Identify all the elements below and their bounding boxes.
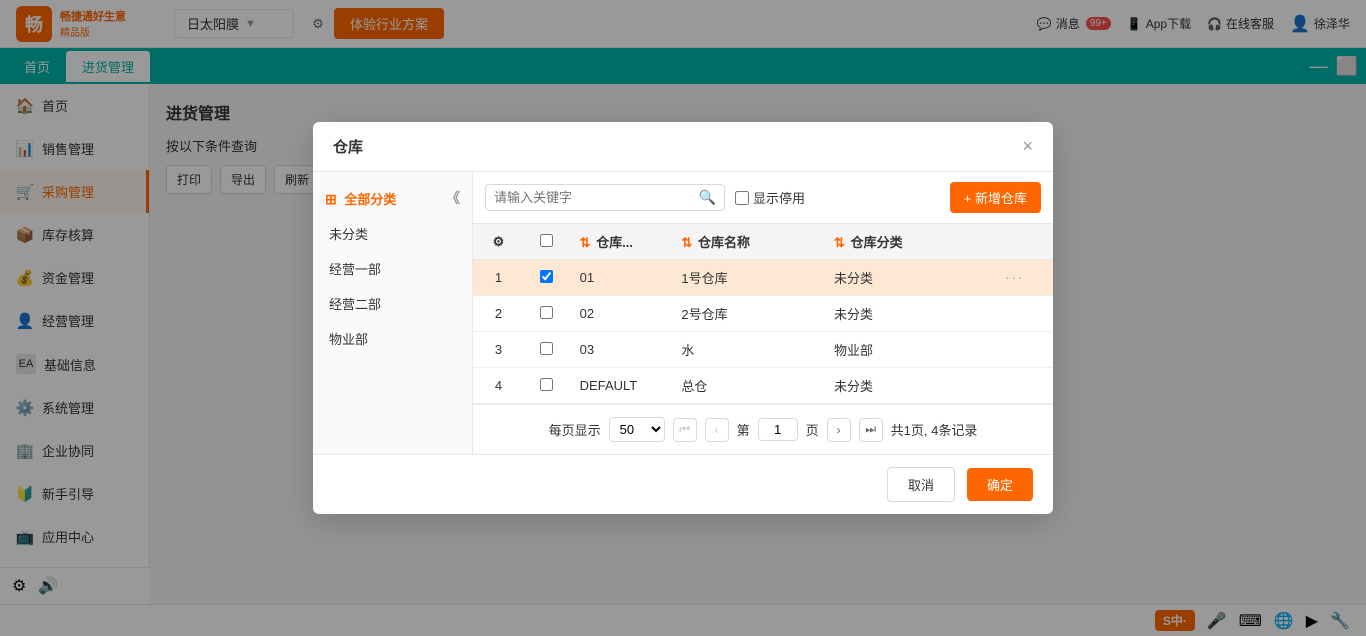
confirm-button[interactable]: 确定 <box>967 468 1033 501</box>
col-header-action <box>977 224 1053 260</box>
category-item-operations1[interactable]: 经营一部 <box>313 251 472 286</box>
prev-page-button[interactable]: ‹ <box>705 418 729 442</box>
row-index: 3 <box>473 332 524 368</box>
collapse-button[interactable]: 《 <box>446 188 460 208</box>
row-name: 2号仓库 <box>671 296 824 332</box>
search-icon: 🔍 <box>699 189 716 206</box>
row-checkbox-cell <box>524 368 570 404</box>
row-checkbox[interactable] <box>540 342 553 355</box>
row-name: 水 <box>671 332 824 368</box>
table-row: 4 DEFAULT 总仓 未分类 <box>473 368 1053 404</box>
table-toolbar: 🔍 显示停用 + 新增仓库 <box>473 172 1053 224</box>
row-index: 1 <box>473 260 524 296</box>
pagination: 每页显示 10 20 50 100 ⏮ ‹ 第 页 › ⏭ 共1页, 4条记录 <box>473 404 1053 454</box>
per-page-select[interactable]: 10 20 50 100 <box>609 417 665 442</box>
cancel-button[interactable]: 取消 <box>887 467 955 502</box>
sort-cat-icon: ⇅ <box>834 235 845 250</box>
row-index: 2 <box>473 296 524 332</box>
modal-title: 仓库 <box>333 136 363 157</box>
warehouse-modal: 仓库 × ⊞ 全部分类 《 未分类 经营一部 经营二部 物业部 <box>313 122 1053 514</box>
select-all-checkbox[interactable] <box>540 234 553 247</box>
category-item-property[interactable]: 物业部 <box>313 321 472 356</box>
row-action-dots[interactable]: ··· <box>1005 270 1024 285</box>
sort-name-icon: ⇅ <box>681 235 692 250</box>
show-disabled-checkbox[interactable] <box>735 191 749 205</box>
add-warehouse-button[interactable]: + 新增仓库 <box>950 182 1041 213</box>
modal-body: ⊞ 全部分类 《 未分类 经营一部 经营二部 物业部 🔍 <box>313 172 1053 454</box>
row-checkbox[interactable] <box>540 306 553 319</box>
row-checkbox-cell <box>524 332 570 368</box>
table-header-row: ⚙ ⇅ 仓库... ⇅ <box>473 224 1053 260</box>
row-action <box>977 332 1053 368</box>
row-name: 1号仓库 <box>671 260 824 296</box>
col-header-category: ⇅ 仓库分类 <box>824 224 977 260</box>
modal-footer: 取消 确定 <box>313 454 1053 514</box>
settings-col-icon: ⚙ <box>493 234 505 249</box>
modal-header: 仓库 × <box>313 122 1053 172</box>
row-action <box>977 296 1053 332</box>
search-wrap: 🔍 <box>485 184 725 211</box>
col-header-checkbox <box>524 224 570 260</box>
next-page-button[interactable]: › <box>827 418 851 442</box>
last-page-button[interactable]: ⏭ <box>859 418 883 442</box>
row-checkbox[interactable] <box>540 378 553 391</box>
row-checkbox-cell <box>524 296 570 332</box>
first-page-button[interactable]: ⏮ <box>673 418 697 442</box>
col-header-code: ⇅ 仓库... <box>570 224 672 260</box>
table-row: 3 03 水 物业部 <box>473 332 1053 368</box>
show-disabled-wrap: 显示停用 <box>735 188 805 207</box>
modal-overlay: 仓库 × ⊞ 全部分类 《 未分类 经营一部 经营二部 物业部 <box>0 0 1366 636</box>
category-header[interactable]: ⊞ 全部分类 《 <box>313 180 472 216</box>
col-header-settings: ⚙ <box>473 224 524 260</box>
col-header-name: ⇅ 仓库名称 <box>671 224 824 260</box>
page-number-input[interactable] <box>758 418 798 441</box>
category-item-unclassified[interactable]: 未分类 <box>313 216 472 251</box>
row-code: 03 <box>570 332 672 368</box>
warehouse-table: ⚙ ⇅ 仓库... ⇅ <box>473 224 1053 404</box>
row-action <box>977 368 1053 404</box>
row-category: 未分类 <box>824 260 977 296</box>
search-input[interactable] <box>494 190 699 205</box>
row-category: 物业部 <box>824 332 977 368</box>
row-checkbox[interactable] <box>540 270 553 283</box>
row-code: DEFAULT <box>570 368 672 404</box>
table-panel: 🔍 显示停用 + 新增仓库 ⚙ <box>473 172 1053 454</box>
row-checkbox-cell <box>524 260 570 296</box>
row-action: ··· <box>977 260 1053 296</box>
row-name: 总仓 <box>671 368 824 404</box>
table-row: 1 01 1号仓库 未分类 ··· <box>473 260 1053 296</box>
row-category: 未分类 <box>824 296 977 332</box>
table-row: 2 02 2号仓库 未分类 <box>473 296 1053 332</box>
category-item-operations2[interactable]: 经营二部 <box>313 286 472 321</box>
row-code: 02 <box>570 296 672 332</box>
modal-close-button[interactable]: × <box>1022 136 1033 157</box>
category-panel: ⊞ 全部分类 《 未分类 经营一部 经营二部 物业部 <box>313 172 473 454</box>
grid-icon: ⊞ <box>325 191 337 207</box>
row-code: 01 <box>570 260 672 296</box>
sort-code-icon: ⇅ <box>580 235 591 250</box>
row-category: 未分类 <box>824 368 977 404</box>
row-index: 4 <box>473 368 524 404</box>
